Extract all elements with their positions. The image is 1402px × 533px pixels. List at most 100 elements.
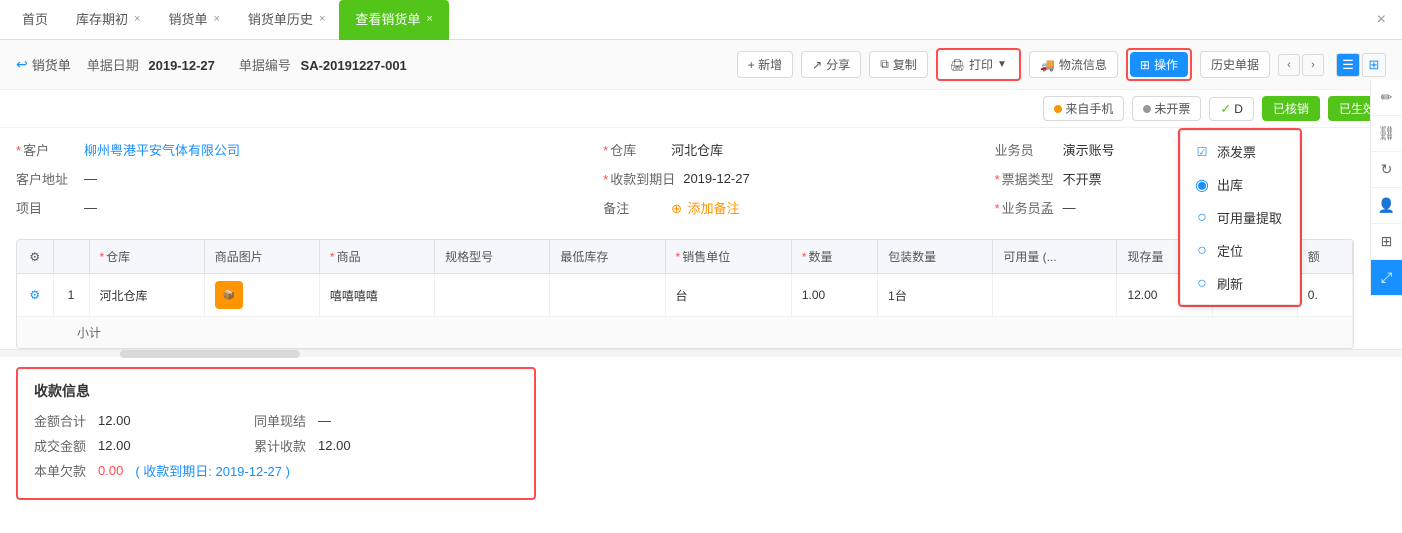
new-button[interactable]: + 新增	[737, 51, 793, 78]
tab-sales-order-close[interactable]: ×	[213, 13, 219, 25]
right-expand-button[interactable]: ⤢	[1371, 260, 1402, 296]
payment-date-label: 收款到期日	[603, 169, 675, 188]
tab-home[interactable]: 首页	[8, 0, 62, 40]
share-button[interactable]: ↗ 分享	[801, 51, 861, 78]
scroll-indicator[interactable]	[0, 349, 1402, 357]
dropdown-red-border: ☑ 添发票 ◉ 出库 ○ 可用量提取 ○ 定位 ○ 刷新	[1178, 128, 1302, 307]
subtotal-row: 小计	[17, 317, 1353, 349]
operate-icon: ⊞	[1140, 58, 1150, 72]
right-user-button[interactable]: 👤	[1371, 188, 1402, 224]
radio-unselected-icon-1: ○	[1195, 211, 1209, 225]
right-refresh-button[interactable]: ↻	[1371, 152, 1402, 188]
doc-type-icon: ↩	[16, 56, 28, 73]
dropdown-item-available-qty[interactable]: ○ 可用量提取	[1181, 201, 1299, 234]
right-link-button[interactable]: ⛓	[1371, 116, 1402, 152]
staff-label: 业务员	[995, 140, 1055, 159]
biz-staff-label: 业务员孟	[995, 198, 1055, 217]
tab-inventory-init-close[interactable]: ×	[134, 13, 140, 25]
history-button[interactable]: 历史单据	[1200, 51, 1270, 78]
radio-selected-icon: ◉	[1195, 178, 1209, 192]
checkbox-checked-icon: ☑	[1195, 145, 1209, 159]
orange-dot-icon	[1054, 105, 1062, 113]
share-icon: ↗	[812, 58, 822, 72]
customer-field: 客户 柳州粤港平安气体有限公司	[16, 140, 603, 159]
cell-minstock	[550, 274, 665, 317]
doc-actions: + 新增 ↗ 分享 ⧉ 复制 🖨 打印 ▼ 🚚 物流信息	[737, 48, 1386, 81]
due-amount-field: 本单欠款 0.00 ( 收款到期日: 2019-12-27 )	[34, 461, 290, 480]
table-row: ⚙ 1 河北仓库 📦 嘻嘻嘻嘻 台 1.00 1台 12.00 12.00 0.	[17, 274, 1353, 317]
print-button[interactable]: 🖨 打印 ▼	[940, 52, 1017, 77]
payment-date-field: 收款到期日 2019-12-27	[603, 169, 994, 188]
check-button[interactable]: ✓ D	[1209, 97, 1254, 121]
col-product-header: 商品	[319, 240, 434, 274]
main-content: ↩ 销货单 单据日期 2019-12-27 单据编号 SA-20191227-0…	[0, 40, 1402, 533]
dropdown-item-refresh[interactable]: ○ 刷新	[1181, 267, 1299, 300]
cell-unit: 台	[665, 274, 791, 317]
tab-sales-order-label: 销货单	[168, 9, 207, 28]
col-quantity-header: 数量	[791, 240, 877, 274]
not-open-ticket-button[interactable]: 未开票	[1132, 96, 1201, 121]
next-button[interactable]: ›	[1302, 54, 1324, 76]
cell-packqty: 1台	[878, 274, 993, 317]
same-order-settle-field: 同单现结 —	[254, 411, 434, 430]
col-unit-header: 销售单位	[665, 240, 791, 274]
transaction-amount-label: 成交金额	[34, 436, 86, 455]
tab-view-sales[interactable]: 查看销货单 ×	[339, 0, 448, 40]
list-view-button[interactable]: ☰	[1336, 53, 1360, 77]
transaction-amount-field: 成交金额 12.00	[34, 436, 214, 455]
cumulative-receipt-field: 累计收款 12.00	[254, 436, 434, 455]
window-close-button[interactable]: ×	[1369, 11, 1394, 29]
payment-date-value: 2019-12-27	[683, 171, 750, 186]
due-amount-value: 0.00	[98, 463, 123, 478]
tab-view-sales-label: 查看销货单	[355, 9, 420, 28]
scroll-thumb[interactable]	[120, 350, 300, 358]
cell-num: 1	[53, 274, 89, 317]
prev-button[interactable]: ‹	[1278, 54, 1300, 76]
product-table: ⚙ 仓库 商品图片 商品 规格型号 最低库存 销售单位 数量 包装数量 可用量 …	[17, 240, 1353, 348]
grid-view-button[interactable]: ⊞	[1362, 53, 1386, 77]
tab-view-sales-close[interactable]: ×	[426, 13, 432, 25]
cell-setting[interactable]: ⚙	[17, 274, 53, 317]
cell-product: 嘻嘻嘻嘻	[319, 274, 434, 317]
due-amount-label: 本单欠款	[34, 461, 86, 480]
col-packqty-header: 包装数量	[878, 240, 993, 274]
edit-icon: ✏	[1381, 89, 1393, 106]
doc-number-value: SA-20191227-001	[301, 58, 407, 73]
tab-sales-history[interactable]: 销货单历史 ×	[234, 0, 339, 40]
payment-row-1: 金额合计 12.00 同单现结 —	[34, 411, 518, 430]
product-image: 📦	[215, 281, 243, 309]
expand-icon: ⤢	[1381, 269, 1392, 286]
print-icon: 🖨	[950, 58, 965, 72]
warehouse-label: 仓库	[603, 140, 663, 159]
right-edit-button[interactable]: ✏	[1371, 80, 1402, 116]
tab-sales-order[interactable]: 销货单 ×	[154, 0, 233, 40]
doc-date-label: 单据日期 2019-12-27	[87, 55, 215, 74]
same-order-settle-label: 同单现结	[254, 411, 306, 430]
dropdown-item-out-storage[interactable]: ◉ 出库	[1181, 168, 1299, 201]
tab-sales-history-close[interactable]: ×	[319, 13, 325, 25]
operate-button[interactable]: ⊞ 操作	[1130, 52, 1188, 77]
doc-header: ↩ 销货单 单据日期 2019-12-27 单据编号 SA-20191227-0…	[0, 40, 1402, 90]
tab-bar: 首页 库存期初 × 销货单 × 销货单历史 × 查看销货单 × ×	[0, 0, 1402, 40]
link-icon: ⛓	[1378, 125, 1396, 142]
dropdown-item-locate[interactable]: ○ 定位	[1181, 234, 1299, 267]
add-note-button[interactable]: ⊕ 添加备注	[671, 198, 740, 217]
from-phone-button[interactable]: 来自手机	[1043, 96, 1124, 121]
logistics-button[interactable]: 🚚 物流信息	[1029, 51, 1118, 78]
payment-row-2: 成交金额 12.00 累计收款 12.00	[34, 436, 518, 455]
right-table-button[interactable]: ⊞	[1371, 224, 1402, 260]
customer-value[interactable]: 柳州粤港平安气体有限公司	[84, 140, 240, 159]
tab-inventory-init-label: 库存期初	[76, 9, 128, 28]
sold-button[interactable]: 已核销	[1262, 96, 1320, 121]
payment-info-title: 收款信息	[34, 381, 518, 401]
address-field: 客户地址 —	[16, 169, 603, 188]
copy-button[interactable]: ⧉ 复制	[869, 51, 928, 78]
transaction-amount-value: 12.00	[98, 438, 131, 453]
tab-inventory-init[interactable]: 库存期初 ×	[62, 0, 154, 40]
note-field: 备注 ⊕ 添加备注	[603, 198, 994, 217]
radio-unselected-icon-2: ○	[1195, 244, 1209, 258]
dropdown-item-add-invoice[interactable]: ☑ 添发票	[1181, 135, 1299, 168]
cumulative-receipt-value: 12.00	[318, 438, 351, 453]
project-field: 项目 —	[16, 198, 603, 217]
cell-warehouse: 河北仓库	[89, 274, 204, 317]
